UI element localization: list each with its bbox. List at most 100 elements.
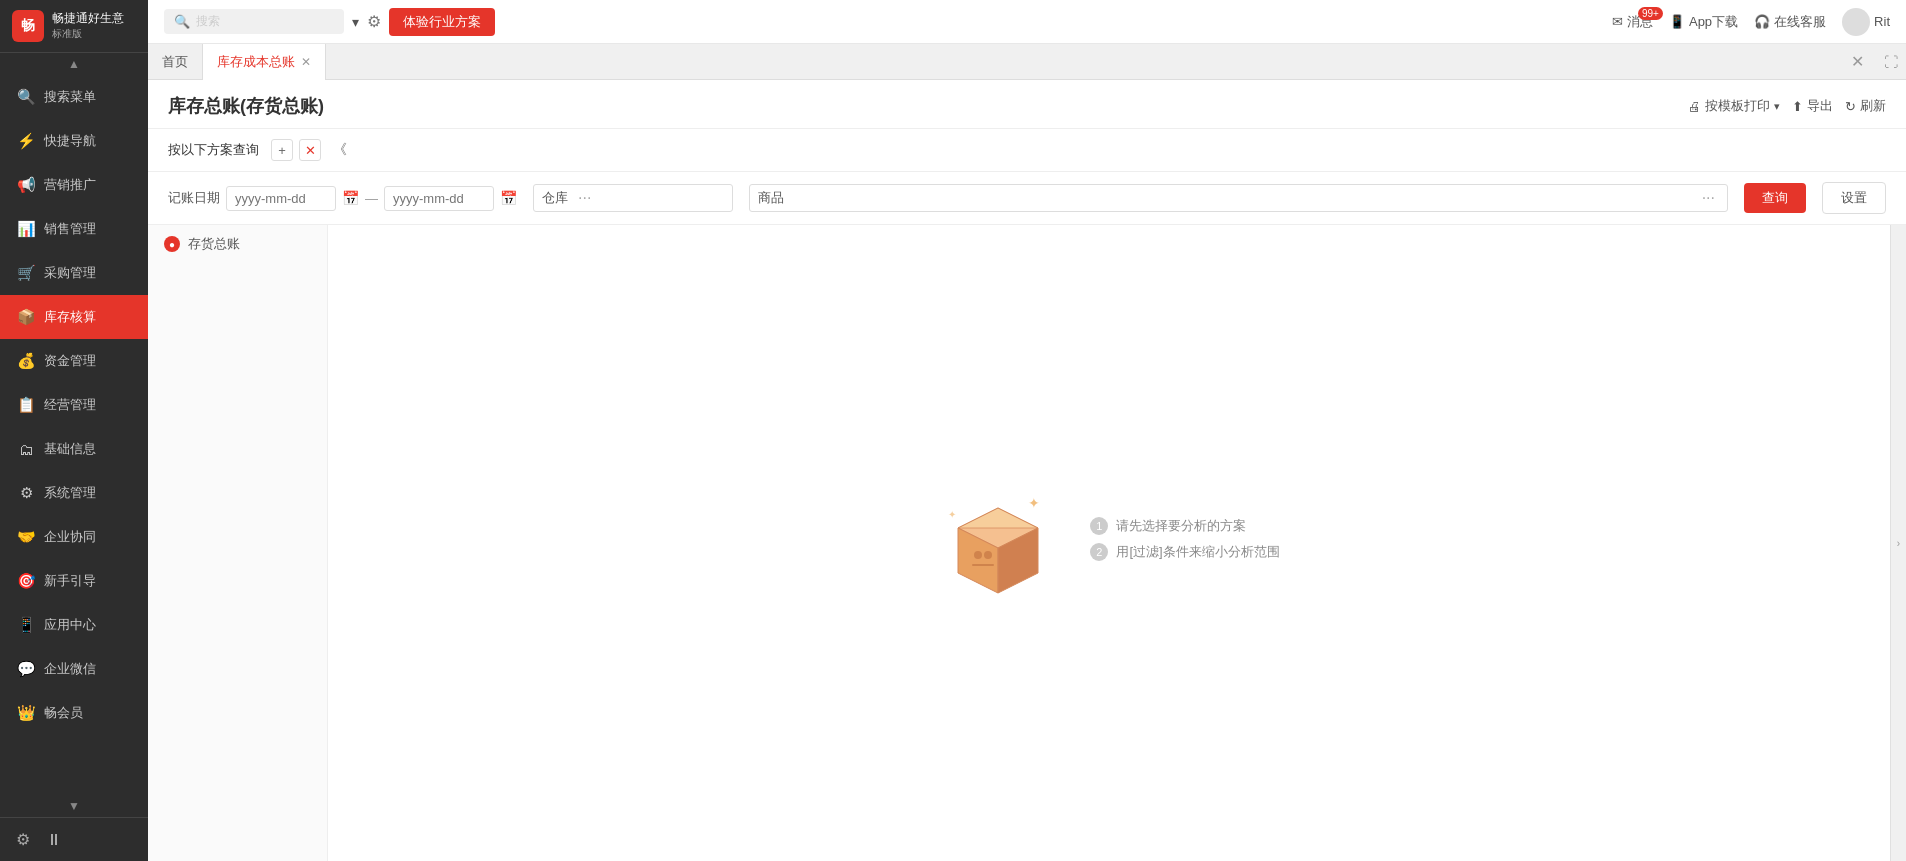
inventory-icon: 📦 [16,307,36,327]
remove-filter-button[interactable]: ✕ [299,139,321,161]
warehouse-more-icon[interactable]: ··· [574,189,595,207]
add-filter-button[interactable]: + [271,139,293,161]
sidebar-label-marketing: 营销推广 [44,176,96,194]
trial-button[interactable]: 体验行业方案 [389,8,495,36]
app-download-item[interactable]: 📱 App下载 [1669,13,1738,31]
sidebar-item-inventory[interactable]: 📦 库存核算 [0,295,148,339]
user-name: Rit [1874,14,1890,29]
calendar-end-icon[interactable]: 📅 [500,190,517,206]
sidebar-scroll-up[interactable]: ▲ [0,53,148,75]
sidebar-label-basic: 基础信息 [44,440,96,458]
chevron-down-icon: ▾ [1774,100,1780,113]
filter-action-icons: + ✕ [271,139,321,161]
sidebar-footer: ⚙ ⏸ [0,817,148,861]
goods-more-icon[interactable]: ··· [1698,189,1719,207]
calendar-start-icon[interactable]: 📅 [342,190,359,206]
svg-point-5 [984,551,992,559]
svg-marker-3 [958,508,1038,528]
empty-state: ✦ ✦ 1 请先选择要分析的方案 2 用[过滤]条件来缩小分析范围 [328,225,1890,861]
sidebar-item-shortcut[interactable]: ⚡ 快捷导航 [0,119,148,163]
sidebar-item-system[interactable]: ⚙ 系统管理 [0,471,148,515]
sidebar-item-marketing[interactable]: 📢 营销推广 [0,163,148,207]
search-box[interactable]: 🔍 搜索 [164,9,344,34]
sidebar-item-operation[interactable]: 📋 经营管理 [0,383,148,427]
warehouse-field[interactable]: 仓库 ··· [533,184,733,212]
wechat-icon: 💬 [16,659,36,679]
sidebar-item-member[interactable]: 👑 畅会员 [0,691,148,735]
filter-label: 按以下方案查询 [168,141,259,159]
empty-texts: 1 请先选择要分析的方案 2 用[过滤]条件来缩小分析范围 [1090,517,1279,569]
filter-left-panel: ● 存货总账 [148,225,328,861]
sidebar-item-purchase[interactable]: 🛒 采购管理 [0,251,148,295]
content-area: 库存总账(存货总账) 🖨 按模板打印 ▾ ⬆ 导出 ↻ 刷新 按以下方案查询 [148,80,1906,861]
message-item[interactable]: ✉ 消息 99+ [1612,13,1653,31]
sidebar-item-finance[interactable]: 💰 资金管理 [0,339,148,383]
purchase-icon: 🛒 [16,263,36,283]
step-num-1: 1 [1090,517,1108,535]
corp-icon: 🤝 [16,527,36,547]
right-panel-toggle[interactable]: › [1890,225,1906,861]
filter-top-bar: 按以下方案查询 + ✕ 《 [148,129,1906,172]
filter-left-item-inventory[interactable]: ● 存货总账 [148,225,327,263]
phone-icon: 📱 [1669,14,1685,29]
filter-collapse-icon[interactable]: 《 [333,141,347,159]
print-button[interactable]: 🖨 按模板打印 ▾ [1688,97,1780,115]
date-field: 记账日期 📅 — 📅 [168,186,517,211]
tab-home[interactable]: 首页 [148,44,203,80]
main-area: 🔍 搜索 ▾ ⚙ 体验行业方案 ✉ 消息 99+ 📱 App下载 🎧 在线客服 … [148,0,1906,861]
system-icon: ⚙ [16,483,36,503]
sidebar-label-newbie: 新手引导 [44,572,96,590]
finance-icon: 💰 [16,351,36,371]
sidebar-label-system: 系统管理 [44,484,96,502]
headset-icon: 🎧 [1754,14,1770,29]
operation-icon: 📋 [16,395,36,415]
sidebar-label-wechat: 企业微信 [44,660,96,678]
tab-inventory-ledger[interactable]: 库存成本总账 ✕ [203,44,326,80]
date-separator: — [365,191,378,206]
step-num-2: 2 [1090,543,1108,561]
export-button[interactable]: ⬆ 导出 [1792,97,1833,115]
sidebar-scroll-down[interactable]: ▼ [0,795,148,817]
sidebar-item-newbie[interactable]: 🎯 新手引导 [0,559,148,603]
set-button[interactable]: 设置 [1822,182,1886,214]
topbar-right: ✉ 消息 99+ 📱 App下载 🎧 在线客服 Rit [1612,8,1890,36]
sidebar-item-apps[interactable]: 📱 应用中心 [0,603,148,647]
sidebar-item-search[interactable]: 🔍 搜索菜单 [0,75,148,119]
toggle-icon[interactable]: ⏸ [46,831,62,849]
goods-field[interactable]: 商品 ··· [749,184,1728,212]
search-placeholder: 搜索 [196,13,220,30]
search-icon: 🔍 [16,87,36,107]
panel-close-icon[interactable]: ✕ [1839,52,1876,71]
topbar: 🔍 搜索 ▾ ⚙ 体验行业方案 ✉ 消息 99+ 📱 App下载 🎧 在线客服 … [148,0,1906,44]
query-button[interactable]: 查询 [1744,183,1806,213]
logo-text-block: 畅捷通好生意 标准版 [52,11,124,41]
user-item[interactable]: Rit [1842,8,1890,36]
dropdown-icon[interactable]: ▾ [352,14,359,30]
goods-label: 商品 [758,189,784,207]
panel-expand-icon[interactable]: ⛶ [1876,54,1906,70]
svg-text:✦: ✦ [1028,495,1040,511]
gear-icon[interactable]: ⚙ [367,12,381,31]
date-start-input[interactable] [226,186,336,211]
sidebar-label-finance: 资金管理 [44,352,96,370]
sidebar-item-basic[interactable]: 🗂 基础信息 [0,427,148,471]
filter-panel: ● 存货总账 [148,225,1906,861]
sidebar-label-member: 畅会员 [44,704,83,722]
app-download-label: App下载 [1689,13,1738,31]
tab-close-icon[interactable]: ✕ [301,55,311,69]
sidebar-label-sales: 销售管理 [44,220,96,238]
logo-icon: 畅 [12,10,44,42]
sidebar-item-sales[interactable]: 📊 销售管理 [0,207,148,251]
online-consult-item[interactable]: 🎧 在线客服 [1754,13,1826,31]
refresh-button[interactable]: ↻ 刷新 [1845,97,1886,115]
sidebar-item-corp[interactable]: 🤝 企业协同 [0,515,148,559]
settings-icon[interactable]: ⚙ [16,830,30,849]
sidebar-item-wechat[interactable]: 💬 企业微信 [0,647,148,691]
sidebar-logo: 畅 畅捷通好生意 标准版 [0,0,148,53]
date-end-input[interactable] [384,186,494,211]
sidebar-label-corp: 企业协同 [44,528,96,546]
online-consult-label: 在线客服 [1774,13,1826,31]
refresh-icon: ↻ [1845,99,1856,114]
avatar [1842,8,1870,36]
sidebar-label-apps: 应用中心 [44,616,96,634]
